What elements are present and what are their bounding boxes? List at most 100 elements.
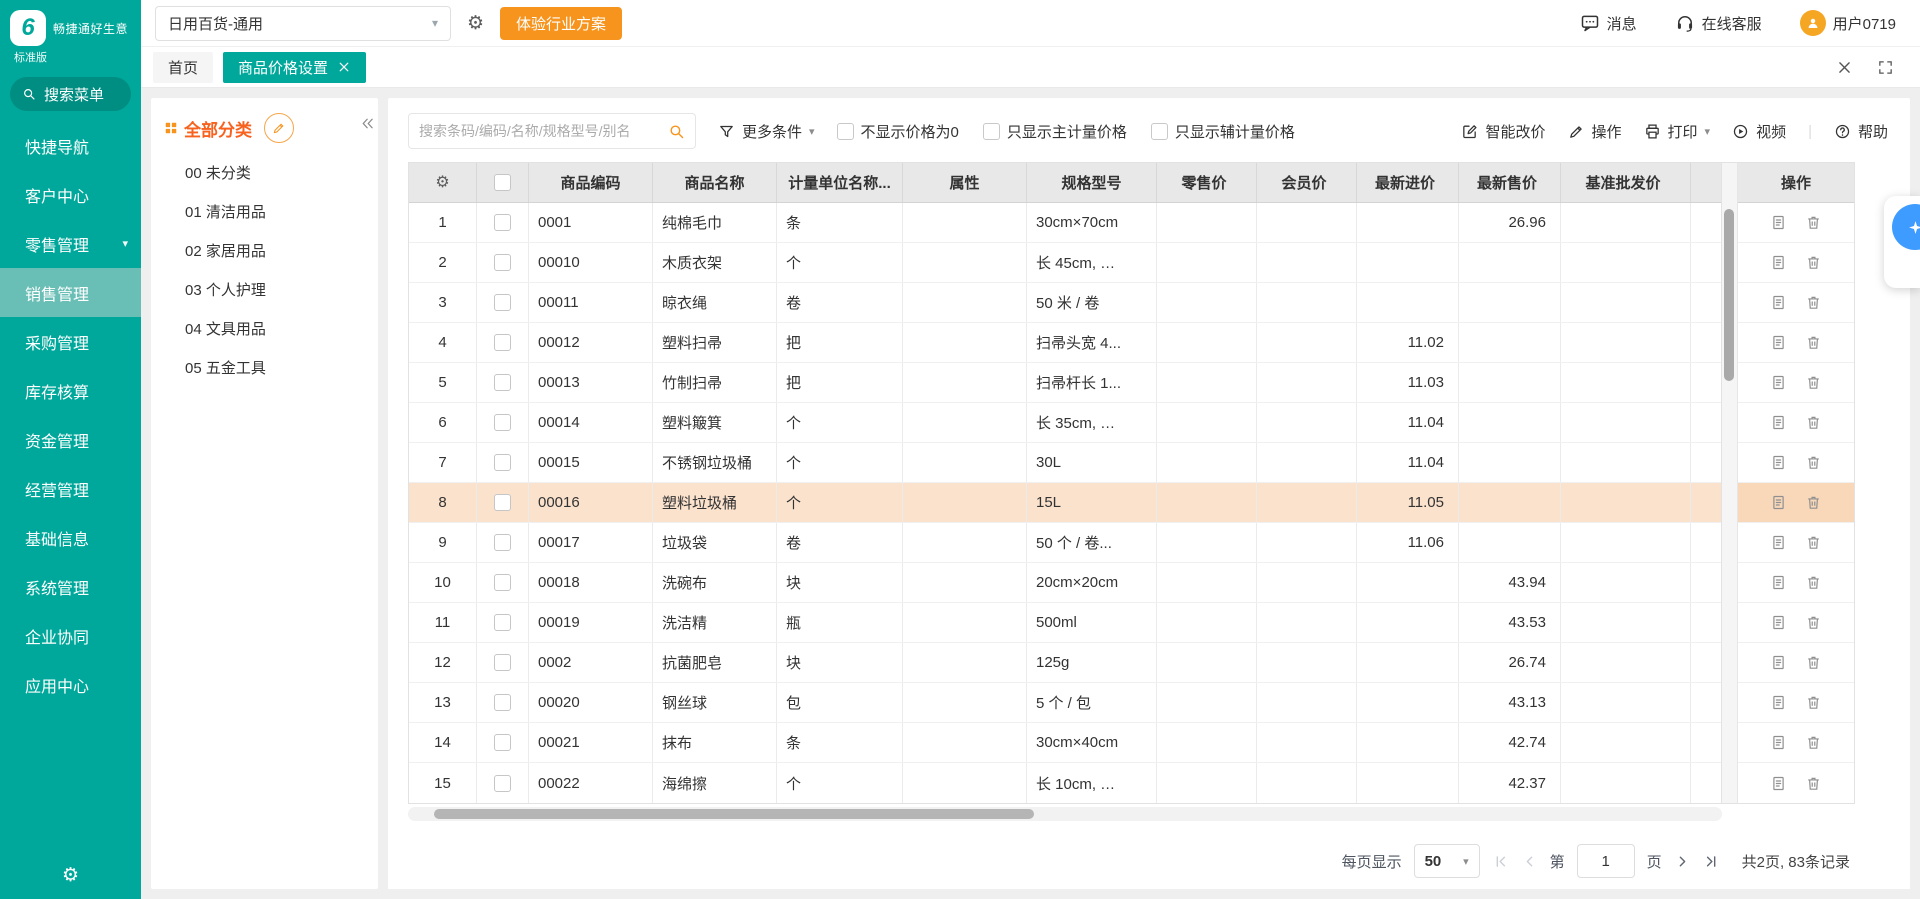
retail-price[interactable] [1157,563,1257,602]
print-button[interactable]: 打印 ▾ [1644,121,1710,142]
column-header-code[interactable]: 商品编码 [529,163,653,202]
filter-main-unit-only[interactable]: 只显示主计量价格 [982,121,1127,142]
sidebar-item-system-mgmt[interactable]: 系统管理 [0,562,141,611]
sidebar-item-quick-nav[interactable]: 快捷导航 [0,121,141,170]
select-all-checkbox[interactable] [477,163,529,202]
sidebar-item-inventory-accounting[interactable]: 库存核算 [0,366,141,415]
table-row[interactable]: 1 0001 纯棉毛巾 条 30cm×70cm 26.96 [409,203,1721,243]
price-record-icon[interactable] [1770,534,1787,551]
price-record-icon[interactable] [1770,414,1787,431]
price-record-icon[interactable] [1770,654,1787,671]
checkbox[interactable] [836,122,854,140]
table-row[interactable]: 7 00015 不锈钢垃圾桶 个 30L 11.04 [409,443,1721,483]
help-button[interactable]: 帮助 [1834,121,1888,142]
column-header-unit[interactable]: 计量单位名称... [777,163,903,202]
retail-price[interactable] [1157,523,1257,562]
assistant-icon[interactable] [1892,204,1920,250]
column-header-sale[interactable]: 最新售价 [1459,163,1561,202]
table-row[interactable]: 13 00020 钢丝球 包 5 个 / 包 43.13 [409,683,1721,723]
delete-icon[interactable] [1805,214,1822,231]
member-price[interactable] [1257,563,1357,602]
base-wholesale-price[interactable] [1561,403,1691,442]
column-header-retail[interactable]: 零售价 [1157,163,1257,202]
member-price[interactable] [1257,643,1357,682]
retail-price[interactable] [1157,763,1257,803]
base-wholesale-price[interactable] [1561,683,1691,722]
table-row[interactable]: 10 00018 洗碗布 块 20cm×20cm 43.94 [409,563,1721,603]
table-row[interactable]: 5 00013 竹制扫帚 把 扫帚杆长 1... 11.03 [409,363,1721,403]
checkbox[interactable] [1150,122,1168,140]
menu-search[interactable]: 搜索菜单 [10,77,131,111]
base-wholesale-price[interactable] [1561,603,1691,642]
industry-select[interactable]: 日用百货-通用 ▾ [155,5,451,41]
price-record-icon[interactable] [1770,494,1787,511]
row-checkbox[interactable] [477,403,529,442]
row-checkbox[interactable] [477,363,529,402]
product-search-input[interactable] [419,123,668,139]
table-row[interactable]: 11 00019 洗洁精 瓶 500ml 43.53 [409,603,1721,643]
delete-icon[interactable] [1805,254,1822,271]
edit-categories-button[interactable] [264,113,294,143]
category-item[interactable]: 01 清洁用品 [151,192,378,231]
retail-price[interactable] [1157,643,1257,682]
sidebar-item-retail-mgmt[interactable]: 零售管理 ▾ [0,219,141,268]
delete-icon[interactable] [1805,614,1822,631]
delete-icon[interactable] [1805,534,1822,551]
member-price[interactable] [1257,403,1357,442]
price-record-icon[interactable] [1770,734,1787,751]
vertical-scrollbar[interactable] [1722,162,1737,804]
delete-icon[interactable] [1805,654,1822,671]
sidebar-item-app-center[interactable]: 应用中心 [0,660,141,709]
vertical-scrollbar-thumb[interactable] [1724,209,1734,381]
filter-hide-zero-price[interactable]: 不显示价格为0 [836,121,959,142]
per-page-select[interactable]: 50 ▾ [1413,844,1480,878]
sidebar-item-business-mgmt[interactable]: 经营管理 [0,464,141,513]
row-checkbox[interactable] [477,603,529,642]
trial-industry-plan-button[interactable]: 体验行业方案 [500,6,623,40]
tab-home[interactable]: 首页 [153,51,214,83]
column-header-member[interactable]: 会员价 [1257,163,1357,202]
base-wholesale-price[interactable] [1561,763,1691,803]
member-price[interactable] [1257,203,1357,242]
settings-gear-icon[interactable]: ⚙ [467,14,484,33]
retail-price[interactable] [1157,683,1257,722]
table-row[interactable]: 14 00021 抹布 条 30cm×40cm 42.74 [409,723,1721,763]
video-button[interactable]: 视频 [1732,121,1786,142]
all-categories[interactable]: 全部分类 [164,116,252,141]
price-record-icon[interactable] [1770,334,1787,351]
filter-aux-unit-only[interactable]: 只显示辅计量价格 [1150,121,1295,142]
column-header-purchase[interactable]: 最新进价 [1357,163,1459,202]
row-checkbox[interactable] [477,443,529,482]
table-row[interactable]: 6 00014 塑料簸箕 个 长 35cm, … 11.04 [409,403,1721,443]
delete-icon[interactable] [1805,334,1822,351]
retail-price[interactable] [1157,603,1257,642]
retail-price[interactable] [1157,323,1257,362]
smart-reprice-button[interactable]: 智能改价 [1461,121,1546,142]
table-row[interactable]: 2 00010 木质衣架 个 长 45cm, … [409,243,1721,283]
table-row[interactable]: 8 00016 塑料垃圾桶 个 15L 11.05 [409,483,1721,523]
last-page-button[interactable] [1703,853,1720,870]
sidebar-settings-gear-icon[interactable]: ⚙ [0,864,141,887]
online-support-button[interactable]: 在线客服 [1675,13,1762,34]
price-record-icon[interactable] [1770,254,1787,271]
row-checkbox[interactable] [477,243,529,282]
delete-icon[interactable] [1805,374,1822,391]
retail-price[interactable] [1157,243,1257,282]
base-wholesale-price[interactable] [1561,323,1691,362]
base-wholesale-price[interactable] [1561,643,1691,682]
tab-product-price-settings[interactable]: 商品价格设置 [223,51,367,83]
operate-button[interactable]: 操作 [1568,121,1622,142]
close-icon[interactable] [1836,59,1853,76]
delete-icon[interactable] [1805,294,1822,311]
first-page-button[interactable] [1492,853,1509,870]
sidebar-item-customer-center[interactable]: 客户中心 [0,170,141,219]
base-wholesale-price[interactable] [1561,363,1691,402]
collapse-panel-button[interactable] [359,115,376,136]
column-header-spec[interactable]: 规格型号 [1027,163,1157,202]
fullscreen-icon[interactable] [1877,59,1894,76]
column-settings-gear-icon[interactable]: ⚙ [409,163,477,202]
category-item[interactable]: 03 个人护理 [151,270,378,309]
row-checkbox[interactable] [477,643,529,682]
member-price[interactable] [1257,763,1357,803]
member-price[interactable] [1257,523,1357,562]
